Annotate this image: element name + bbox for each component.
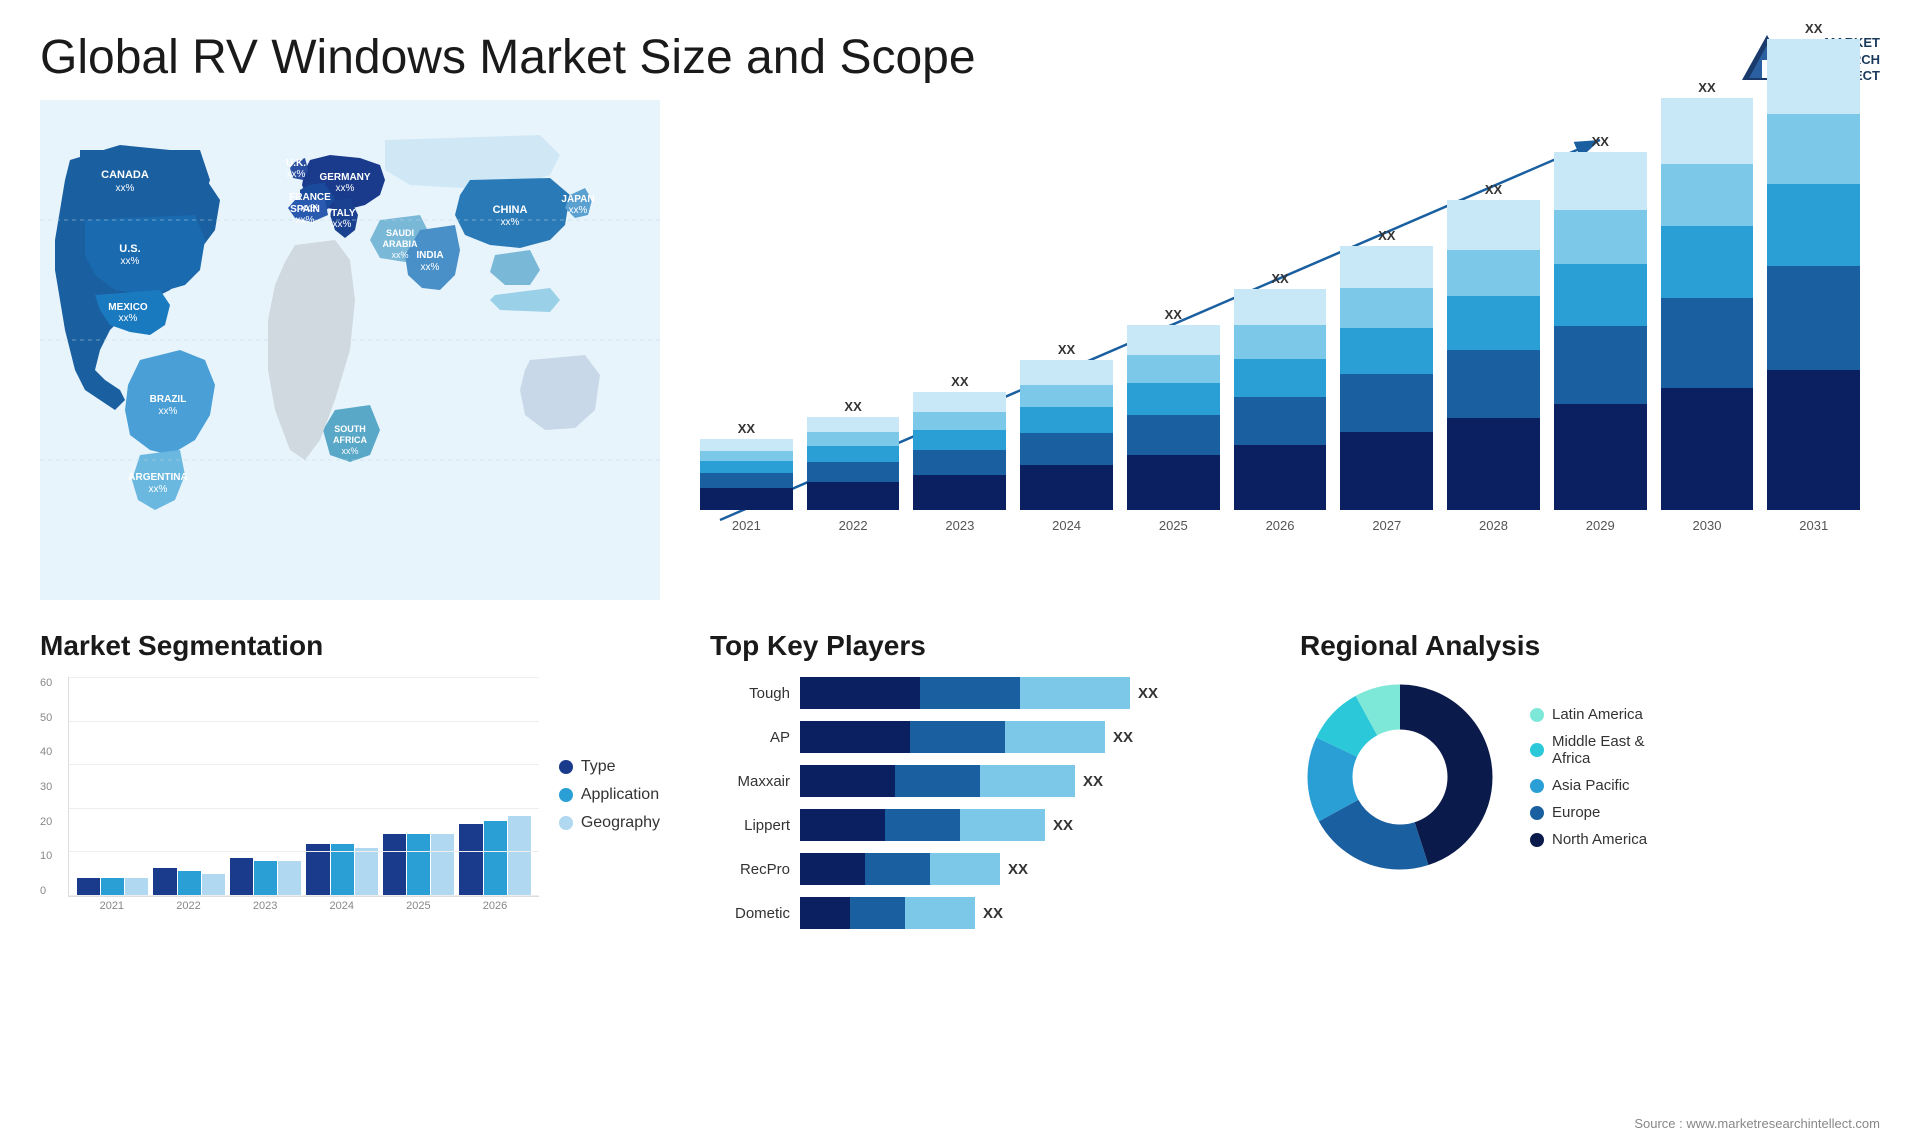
map-label-uk: U.K. [286, 158, 306, 169]
reg-legend-label-north-america: North America [1552, 831, 1647, 848]
svg-text:ARABIA: ARABIA [383, 239, 418, 249]
reg-legend-north-america: North America [1530, 831, 1647, 848]
map-label-italy: ITALY [328, 208, 356, 219]
legend-geography: Geography [559, 814, 660, 832]
svg-text:xx%: xx% [391, 250, 408, 260]
bar-2021: XX [700, 421, 793, 510]
players-title: Top Key Players [710, 630, 1240, 662]
bar-2026: XX [1234, 271, 1327, 510]
reg-legend-mea: Middle East &Africa [1530, 733, 1647, 767]
svg-text:AFRICA: AFRICA [333, 435, 367, 445]
map-label-china: CHINA [493, 204, 528, 216]
donut-legend-container: Latin America Middle East &Africa Asia P… [1300, 677, 1870, 877]
map-section: CANADA xx% U.S. xx% MEXICO xx% BRAZIL xx… [40, 100, 660, 620]
map-label-japan: JAPAN [561, 194, 594, 205]
svg-text:xx%: xx% [333, 219, 352, 230]
x-axis-labels: 2021 2022 2023 2024 2025 2026 2027 2028 … [700, 518, 1860, 533]
player-row-dometic: Dometic XX [710, 897, 1240, 929]
svg-text:xx%: xx% [116, 183, 135, 194]
player-row-maxxair: Maxxair XX [710, 765, 1240, 797]
regional-legend: Latin America Middle East &Africa Asia P… [1530, 706, 1647, 848]
map-label-mexico: MEXICO [108, 302, 148, 313]
reg-legend-label-latin-america: Latin America [1552, 706, 1643, 723]
bar-2025: XX [1127, 307, 1220, 510]
svg-text:xx%: xx% [121, 256, 140, 267]
player-row-recpro: RecPro XX [710, 853, 1240, 885]
legend-label-application: Application [581, 786, 659, 804]
bar-2022: XX [807, 399, 900, 510]
bar-2030: XX [1661, 80, 1754, 510]
segmentation-title: Market Segmentation [40, 630, 660, 662]
bar-2029: XX [1554, 134, 1647, 510]
donut-chart [1300, 677, 1500, 877]
page-title: Global RV Windows Market Size and Scope [40, 30, 976, 85]
bar-chart-wrapper: XX XX [680, 130, 1860, 590]
bar-2023: XX [913, 374, 1006, 510]
bars-container: XX XX [700, 130, 1860, 510]
svg-text:xx%: xx% [296, 215, 315, 226]
svg-text:xx%: xx% [421, 262, 440, 273]
bar-2028: XX [1447, 182, 1540, 510]
legend-type: Type [559, 758, 660, 776]
world-map-container: CANADA xx% U.S. xx% MEXICO xx% BRAZIL xx… [40, 100, 660, 600]
segmentation-section: Market Segmentation 60 50 40 30 20 10 0 [40, 630, 660, 941]
bar-2024: XX [1020, 342, 1113, 510]
seg-chart-container: 60 50 40 30 20 10 0 [40, 677, 660, 912]
bar-2027: XX [1340, 228, 1433, 510]
bar-2031: XX [1767, 21, 1860, 510]
map-label-india: INDIA [416, 250, 443, 261]
svg-text:xx%: xx% [341, 446, 358, 456]
main-content: CANADA xx% U.S. xx% MEXICO xx% BRAZIL xx… [0, 100, 1920, 941]
donut-svg [1300, 677, 1500, 877]
bottom-sections: Market Segmentation 60 50 40 30 20 10 0 [40, 620, 1880, 941]
seg-bars-container: 60 50 40 30 20 10 0 [40, 677, 539, 912]
map-label-saudi: SAUDI [386, 228, 414, 238]
seg-legend: Type Application Geography [559, 758, 660, 832]
reg-legend-europe: Europe [1530, 804, 1647, 821]
bar-chart-section: XX XX [660, 100, 1880, 620]
map-label-us: U.S. [119, 243, 140, 255]
legend-dot-application [559, 788, 573, 802]
regional-section: Regional Analysis [1290, 630, 1880, 941]
legend-application: Application [559, 786, 660, 804]
map-label-south-africa: SOUTH [334, 424, 366, 434]
page-header: Global RV Windows Market Size and Scope … [0, 0, 1920, 100]
map-label-argentina: ARGENTINA [128, 472, 187, 483]
reg-legend-latin-america: Latin America [1530, 706, 1647, 723]
reg-legend-asia-pacific: Asia Pacific [1530, 777, 1647, 794]
reg-legend-label-europe: Europe [1552, 804, 1600, 821]
player-row-ap: AP XX [710, 721, 1240, 753]
legend-label-geography: Geography [581, 814, 660, 832]
legend-label-type: Type [581, 758, 616, 776]
svg-text:xx%: xx% [569, 205, 588, 216]
player-row-lippert: Lippert XX [710, 809, 1240, 841]
reg-legend-label-asia-pacific: Asia Pacific [1552, 777, 1630, 794]
svg-text:xx%: xx% [336, 183, 355, 194]
legend-dot-geography [559, 816, 573, 830]
players-section: Top Key Players Tough XX AP [680, 630, 1270, 941]
regional-title: Regional Analysis [1300, 630, 1870, 662]
svg-text:xx%: xx% [501, 217, 520, 228]
svg-text:xx%: xx% [119, 313, 138, 324]
map-label-spain: SPAIN [290, 204, 320, 215]
legend-dot-type [559, 760, 573, 774]
reg-legend-label-mea: Middle East &Africa [1552, 733, 1645, 767]
map-label-brazil: BRAZIL [150, 394, 187, 405]
svg-text:xx%: xx% [287, 169, 306, 180]
svg-text:xx%: xx% [159, 406, 178, 417]
svg-text:xx%: xx% [149, 484, 168, 495]
map-label-france: FRANCE [289, 192, 331, 203]
source-text: Source : www.marketresearchintellect.com [1634, 1116, 1880, 1131]
map-label-canada: CANADA [101, 169, 149, 181]
player-row-tough: Tough XX [710, 677, 1240, 709]
world-map-svg: CANADA xx% U.S. xx% MEXICO xx% BRAZIL xx… [40, 100, 660, 600]
map-label-germany: GERMANY [319, 172, 370, 183]
